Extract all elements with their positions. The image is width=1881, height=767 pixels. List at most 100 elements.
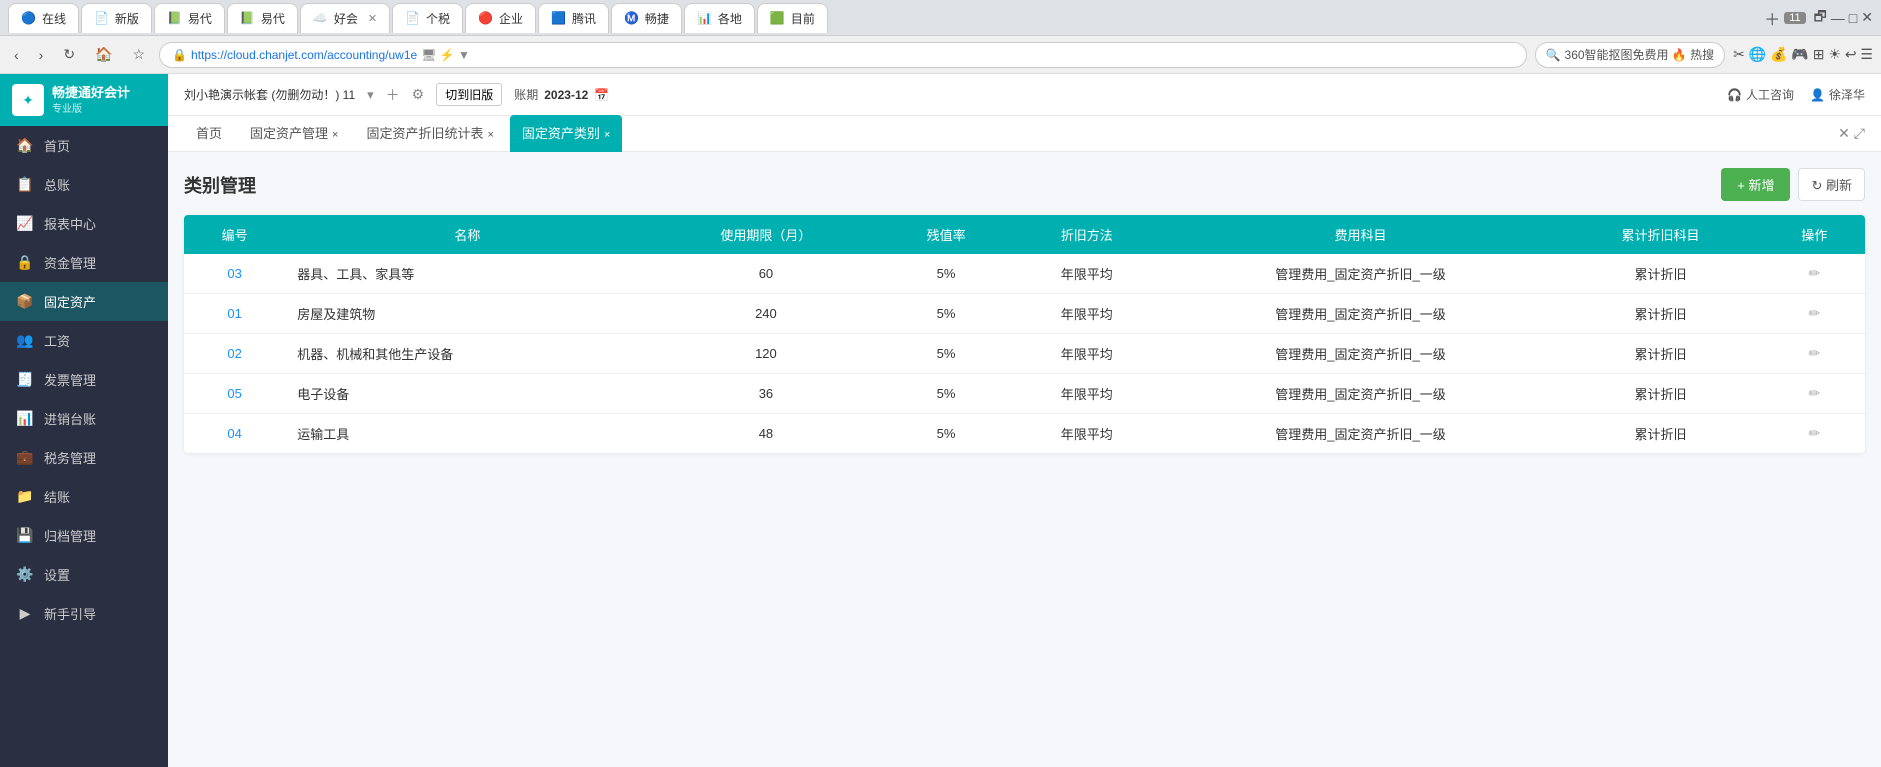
- cell-code-3[interactable]: 05: [184, 374, 285, 414]
- switch-version-btn[interactable]: 切到旧版: [436, 83, 502, 106]
- table-row: 04 运输工具 48 5% 年限平均 管理费用_固定资产折旧_一级 累计折旧 ✏: [184, 414, 1865, 454]
- cell-method-4: 年限平均: [1010, 414, 1164, 454]
- sidebar-item-结账[interactable]: 📁 结账: [0, 477, 168, 516]
- content-tab-3[interactable]: 固定资产类别×: [510, 115, 622, 152]
- content-tab-1[interactable]: 固定资产管理×: [238, 115, 350, 152]
- cell-action-4[interactable]: ✏: [1764, 414, 1865, 454]
- sidebar-item-新手引导[interactable]: ▶ 新手引导: [0, 594, 168, 633]
- browser-tab-1[interactable]: 📄新版: [81, 3, 152, 33]
- cell-code-4[interactable]: 04: [184, 414, 285, 454]
- sidebar-item-设置[interactable]: ⚙️ 设置: [0, 555, 168, 594]
- content-tab-2[interactable]: 固定资产折旧统计表×: [354, 115, 505, 152]
- browser-tab-9[interactable]: 📊各地: [684, 3, 755, 33]
- cell-period-2: 120: [650, 334, 883, 374]
- browser-tab-0[interactable]: 🔵在线: [8, 3, 79, 33]
- maximize-btn[interactable]: □: [1849, 10, 1857, 26]
- sidebar-item-发票管理[interactable]: 🧾 发票管理: [0, 360, 168, 399]
- forward-btn[interactable]: ›: [33, 45, 50, 65]
- add-account-btn[interactable]: ＋: [386, 85, 400, 105]
- tab-close-btn[interactable]: ✕: [368, 12, 377, 25]
- browser-tab-3[interactable]: 📗易代: [227, 3, 298, 33]
- calendar-icon[interactable]: 📅: [594, 88, 609, 102]
- bookmark-btn[interactable]: ☆: [127, 44, 152, 65]
- headset-icon: 🎧: [1727, 88, 1742, 102]
- browser-tab-4[interactable]: ☁️好会✕: [300, 3, 390, 33]
- sidebar-item-税务管理[interactable]: 💼 税务管理: [0, 438, 168, 477]
- sidebar-icon-8: 💼: [16, 449, 34, 467]
- back-btn[interactable]: ‹: [8, 45, 25, 65]
- sidebar-label-3: 资金管理: [44, 253, 96, 272]
- browser-tab-5[interactable]: 📄个税: [392, 3, 463, 33]
- edit-btn-4[interactable]: ✏: [1808, 425, 1820, 441]
- cell-action-3[interactable]: ✏: [1764, 374, 1865, 414]
- restore-btn[interactable]: 🗗: [1814, 6, 1827, 30]
- sidebar-item-报表中心[interactable]: 📈 报表中心: [0, 204, 168, 243]
- user-avatar[interactable]: 👤 徐泽华: [1810, 86, 1865, 103]
- refresh-button[interactable]: ↻ 刷新: [1798, 168, 1865, 201]
- sidebar-item-总账[interactable]: 📋 总账: [0, 165, 168, 204]
- edit-btn-1[interactable]: ✏: [1808, 305, 1820, 321]
- edit-btn-3[interactable]: ✏: [1808, 385, 1820, 401]
- sidebar-icon-0: 🏠: [16, 137, 34, 155]
- browser-tabs-list: 🔵在线📄新版📗易代📗易代☁️好会✕📄个税🔴企业🟦腾讯Ⓜ️畅捷📊各地🟩目前: [8, 3, 1752, 33]
- browser-tab-7[interactable]: 🟦腾讯: [538, 3, 609, 33]
- search-box[interactable]: 🔍 360智能抠图免费用 🔥 热搜: [1535, 42, 1726, 68]
- close-browser-btn[interactable]: ✕: [1861, 9, 1873, 26]
- content-tab-close-3[interactable]: ×: [604, 129, 610, 141]
- reload-btn[interactable]: ↻: [57, 44, 81, 65]
- sidebar-item-归档管理[interactable]: 💾 归档管理: [0, 516, 168, 555]
- cell-code-0[interactable]: 03: [184, 254, 285, 294]
- extensions-area: ✂ 🌐 💰 🎮 ⊞ ☀ ↩ ☰: [1733, 46, 1873, 63]
- app-layout: ✦ 畅捷通好会计 专业版 🏠 首页 📋 总账 📈 报表中心 🔒 资金管理 📦 固…: [0, 74, 1881, 767]
- sidebar-label-10: 归档管理: [44, 526, 96, 545]
- table-body: 03 器具、工具、家具等 60 5% 年限平均 管理费用_固定资产折旧_一级 累…: [184, 254, 1865, 453]
- user-info: 刘小艳演示帐套 (勿删勿动！) 11: [184, 86, 355, 103]
- table-col-header-4: 折旧方法: [1010, 215, 1164, 254]
- add-button[interactable]: + 新增: [1721, 168, 1790, 201]
- cell-action-1[interactable]: ✏: [1764, 294, 1865, 334]
- sidebar-item-进销台账[interactable]: 📊 进销台账: [0, 399, 168, 438]
- app-header: 刘小艳演示帐套 (勿删勿动！) 11 ▾ ＋ ⚙ 切到旧版 账期 2023-12…: [168, 74, 1881, 116]
- cell-action-0[interactable]: ✏: [1764, 254, 1865, 294]
- sidebar-item-工资[interactable]: 👥 工资: [0, 321, 168, 360]
- period-value: 2023-12: [544, 88, 588, 102]
- sidebar-item-首页[interactable]: 🏠 首页: [0, 126, 168, 165]
- content-tabs-list: 首页固定资产管理×固定资产折旧统计表×固定资产类别×: [184, 115, 622, 152]
- settings-icon[interactable]: ⚙: [412, 86, 425, 103]
- table-row: 05 电子设备 36 5% 年限平均 管理费用_固定资产折旧_一级 累计折旧 ✏: [184, 374, 1865, 414]
- edit-btn-0[interactable]: ✏: [1808, 265, 1820, 281]
- browser-tab-2[interactable]: 📗易代: [154, 3, 225, 33]
- cell-name-4: 运输工具: [285, 414, 649, 454]
- sidebar-icon-6: 🧾: [16, 371, 34, 389]
- cell-code-1[interactable]: 01: [184, 294, 285, 334]
- content-tabs: 首页固定资产管理×固定资产折旧统计表×固定资产类别× ✕ ⤢: [168, 116, 1881, 152]
- sidebar-item-固定资产[interactable]: 📦 固定资产: [0, 282, 168, 321]
- tab-expand-btn[interactable]: ⤢: [1854, 125, 1865, 142]
- home-btn[interactable]: 🏠: [89, 44, 118, 65]
- new-tab-btn[interactable]: ＋: [1764, 6, 1780, 30]
- browser-tab-8[interactable]: Ⓜ️畅捷: [611, 3, 682, 33]
- sidebar-item-资金管理[interactable]: 🔒 资金管理: [0, 243, 168, 282]
- content-tab-close-2[interactable]: ×: [487, 129, 493, 141]
- table-row: 02 机器、机械和其他生产设备 120 5% 年限平均 管理费用_固定资产折旧_…: [184, 334, 1865, 374]
- cell-action-2[interactable]: ✏: [1764, 334, 1865, 374]
- dropdown-icon[interactable]: ▾: [367, 87, 374, 103]
- sidebar-icon-10: 💾: [16, 527, 34, 545]
- consult-btn[interactable]: 🎧 人工咨询: [1727, 86, 1794, 103]
- cell-residual-1: 5%: [882, 294, 1010, 334]
- edit-btn-2[interactable]: ✏: [1808, 345, 1820, 361]
- cell-expense-0: 管理费用_固定资产折旧_一级: [1164, 254, 1558, 294]
- minimize-btn[interactable]: —: [1831, 10, 1845, 26]
- sidebar-icon-9: 📁: [16, 488, 34, 506]
- browser-tab-6[interactable]: 🔴企业: [465, 3, 536, 33]
- content-tab-close-1[interactable]: ×: [332, 129, 338, 141]
- content-tab-0[interactable]: 首页: [184, 115, 234, 152]
- cell-code-2[interactable]: 02: [184, 334, 285, 374]
- tab-close-all-btn[interactable]: ✕: [1838, 125, 1850, 142]
- browser-tab-10[interactable]: 🟩目前: [757, 3, 828, 33]
- url-input[interactable]: 🔒 https://cloud.chanjet.com/accounting/u…: [159, 42, 1527, 68]
- sidebar: ✦ 畅捷通好会计 专业版 🏠 首页 📋 总账 📈 报表中心 🔒 资金管理 📦 固…: [0, 74, 168, 767]
- content-area: 类别管理 + 新增 ↻ 刷新 编号名称使用期限（月）残值率折旧方法费用科目累计折…: [168, 152, 1881, 469]
- sidebar-icon-7: 📊: [16, 410, 34, 428]
- cell-accumulated-1: 累计折旧: [1557, 294, 1763, 334]
